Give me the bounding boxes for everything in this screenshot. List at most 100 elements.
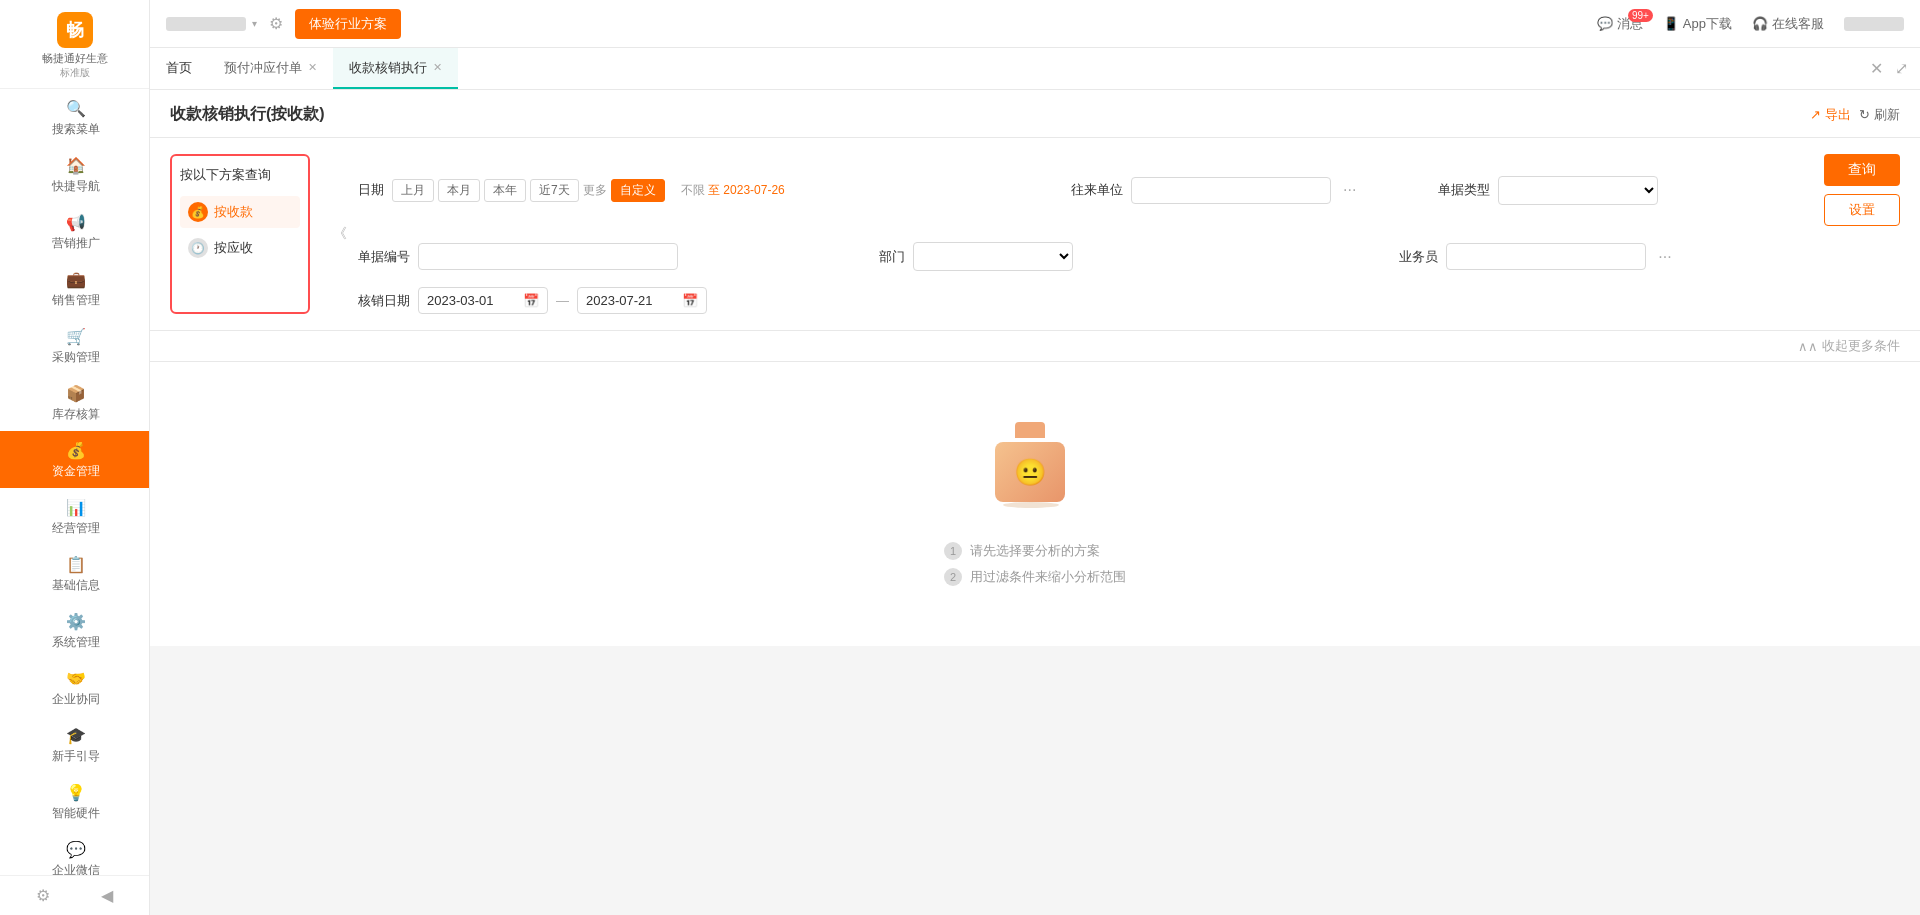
date-btn-last-month[interactable]: 上月 [392, 179, 434, 202]
tabbar: 首页预付冲应付单✕收款核销执行✕ ✕ ⤢ [150, 48, 1920, 90]
tabbar-actions: ✕ ⤢ [1870, 48, 1920, 89]
date-no-limit-label: 不限 至 2023-07-26 [681, 182, 785, 199]
sidebar-item-hardware[interactable]: 💡智能硬件 [0, 773, 149, 830]
sidebar-item-quick-nav[interactable]: 🏠快捷导航 [0, 146, 149, 203]
filter-row-3: 核销日期 2023-03-01 📅 — 2023-07-21 📅 [358, 287, 1900, 314]
verify-date-label: 核销日期 [358, 292, 410, 310]
voucher-label: 单据编号 [358, 248, 410, 266]
operations-icon: 📊 [66, 498, 86, 517]
filter-sidebar: 按以下方案查询 💰 按收款 🕐 按应收 [170, 154, 310, 314]
industry-solution-button[interactable]: 体验行业方案 [295, 9, 401, 39]
collapse-footer-icon[interactable]: ◀ [101, 886, 113, 905]
verify-date-start[interactable]: 2023-03-01 📅 [418, 287, 548, 314]
sidebar-item-marketing[interactable]: 📢营销推广 [0, 203, 149, 260]
staff-input[interactable] [1446, 243, 1646, 270]
sidebar-item-basic-info[interactable]: 📋基础信息 [0, 545, 149, 602]
dept-label: 部门 [879, 248, 905, 266]
staff-label: 业务员 [1399, 248, 1438, 266]
filter-collapse-button[interactable]: 《 [330, 204, 350, 264]
receipt-label: 按收款 [214, 203, 253, 221]
date-shortcuts: 上月 本月 本年 近7天 更多 自定义 [392, 179, 665, 202]
topbar-user-info[interactable] [1844, 17, 1904, 31]
sidebar-item-funds[interactable]: 💰资金管理 [0, 431, 149, 488]
sidebar-item-corp[interactable]: 🤝企业协同 [0, 659, 149, 716]
dept-filter-group: 部门 [879, 242, 1380, 271]
logo-badge: 标准版 [60, 66, 90, 80]
sidebar-item-operations[interactable]: 📊经营管理 [0, 488, 149, 545]
staff-more-icon[interactable]: ··· [1658, 248, 1671, 266]
sidebar-item-inventory[interactable]: 📦库存核算 [0, 374, 149, 431]
topbar-app-download[interactable]: 📱 App下载 [1663, 15, 1732, 33]
partner-more-icon[interactable]: ··· [1343, 181, 1356, 199]
sales-icon: 💼 [66, 270, 86, 289]
tip-num-1: 1 [944, 542, 962, 560]
date-btn-this-month[interactable]: 本月 [438, 179, 480, 202]
filter-by-receivable[interactable]: 🕐 按应收 [180, 232, 300, 264]
close-tab-icon[interactable]: ✕ [1870, 59, 1883, 78]
settings-button[interactable]: 设置 [1824, 194, 1900, 226]
collapse-more-button[interactable]: ∧∧ 收起更多条件 [1798, 337, 1900, 355]
expand-tab-icon[interactable]: ⤢ [1895, 59, 1908, 78]
search-icon: 🔍 [66, 99, 86, 118]
doctype-filter-group: 单据类型 [1438, 176, 1785, 205]
refresh-button[interactable]: ↻ 刷新 [1859, 106, 1900, 124]
logo-text: 畅捷通好生意 [42, 51, 108, 66]
receivable-label: 按应收 [214, 239, 253, 257]
tab-home[interactable]: 首页 [150, 48, 208, 89]
date-btn-custom[interactable]: 自定义 [611, 179, 665, 202]
inventory-icon: 📦 [66, 384, 86, 403]
topbar-gear-icon[interactable]: ⚙ [269, 14, 283, 33]
date-btn-7days[interactable]: 近7天 [530, 179, 579, 202]
settings-footer-icon[interactable]: ⚙ [36, 886, 50, 905]
verify-end-value: 2023-07-21 [586, 293, 653, 308]
tab-close-collection[interactable]: ✕ [433, 61, 442, 74]
sidebar-item-wechat[interactable]: 💬企业微信 [0, 830, 149, 875]
action-buttons: 查询 设置 [1824, 154, 1900, 226]
page-header: 收款核销执行(按收款) ↗ 导出 ↻ 刷新 [150, 90, 1920, 138]
brand-chevron-icon[interactable]: ▾ [252, 18, 257, 29]
doctype-label: 单据类型 [1438, 181, 1490, 199]
date-btn-this-year[interactable]: 本年 [484, 179, 526, 202]
receivable-icon: 🕐 [188, 238, 208, 258]
sidebar-item-system[interactable]: ⚙️系统管理 [0, 602, 149, 659]
dept-select[interactable] [913, 242, 1073, 271]
verify-date-group: 核销日期 2023-03-01 📅 — 2023-07-21 📅 [358, 287, 1900, 314]
sidebar-item-search[interactable]: 🔍搜索菜单 [0, 89, 149, 146]
query-button[interactable]: 查询 [1824, 154, 1900, 186]
search-panel: 按以下方案查询 💰 按收款 🕐 按应收 《 日期 [150, 138, 1920, 331]
date-more-link[interactable]: 更多 [583, 182, 607, 199]
sidebar-logo: 畅 畅捷通好生意 标准版 [0, 0, 149, 89]
marketing-icon: 📢 [66, 213, 86, 232]
filter-by-receipt[interactable]: 💰 按收款 [180, 196, 300, 228]
wechat-icon: 💬 [66, 840, 86, 859]
tip-text-1: 请先选择要分析的方案 [970, 542, 1100, 560]
sidebar: 畅 畅捷通好生意 标准版 🔍搜索菜单🏠快捷导航📢营销推广💼销售管理🛒采购管理📦库… [0, 0, 150, 915]
sidebar-item-sales[interactable]: 💼销售管理 [0, 260, 149, 317]
verify-date-end[interactable]: 2023-07-21 📅 [577, 287, 707, 314]
date-range: 2023-03-01 📅 — 2023-07-21 📅 [418, 287, 707, 314]
filter-sidebar-title: 按以下方案查询 [180, 166, 300, 184]
basic-info-icon: 📋 [66, 555, 86, 574]
tab-label-home: 首页 [166, 59, 192, 77]
topbar-online-service[interactable]: 🎧 在线客服 [1752, 15, 1824, 33]
export-button[interactable]: ↗ 导出 [1810, 106, 1851, 124]
tab-collection[interactable]: 收款核销执行✕ [333, 48, 458, 89]
service-icon: 🎧 [1752, 16, 1768, 31]
calendar-end-icon: 📅 [682, 293, 698, 308]
empty-tip-2: 2 用过滤条件来缩小分析范围 [944, 568, 1126, 586]
quick-nav-icon: 🏠 [66, 156, 86, 175]
topbar-right: 💬 消息 99+ 📱 App下载 🎧 在线客服 [1597, 15, 1904, 33]
export-icon: ↗ [1810, 107, 1821, 122]
doctype-select[interactable] [1498, 176, 1658, 205]
corp-icon: 🤝 [66, 669, 86, 688]
partner-input[interactable] [1131, 177, 1331, 204]
collapse-more-bar: ∧∧ 收起更多条件 [150, 331, 1920, 362]
message-badge: 99+ [1628, 9, 1653, 22]
sidebar-item-purchase[interactable]: 🛒采购管理 [0, 317, 149, 374]
brand-text [166, 17, 246, 31]
tab-prepay[interactable]: 预付冲应付单✕ [208, 48, 333, 89]
sidebar-item-guide[interactable]: 🎓新手引导 [0, 716, 149, 773]
voucher-input[interactable] [418, 243, 678, 270]
topbar-message-button[interactable]: 💬 消息 99+ [1597, 15, 1643, 33]
tab-close-prepay[interactable]: ✕ [308, 61, 317, 74]
